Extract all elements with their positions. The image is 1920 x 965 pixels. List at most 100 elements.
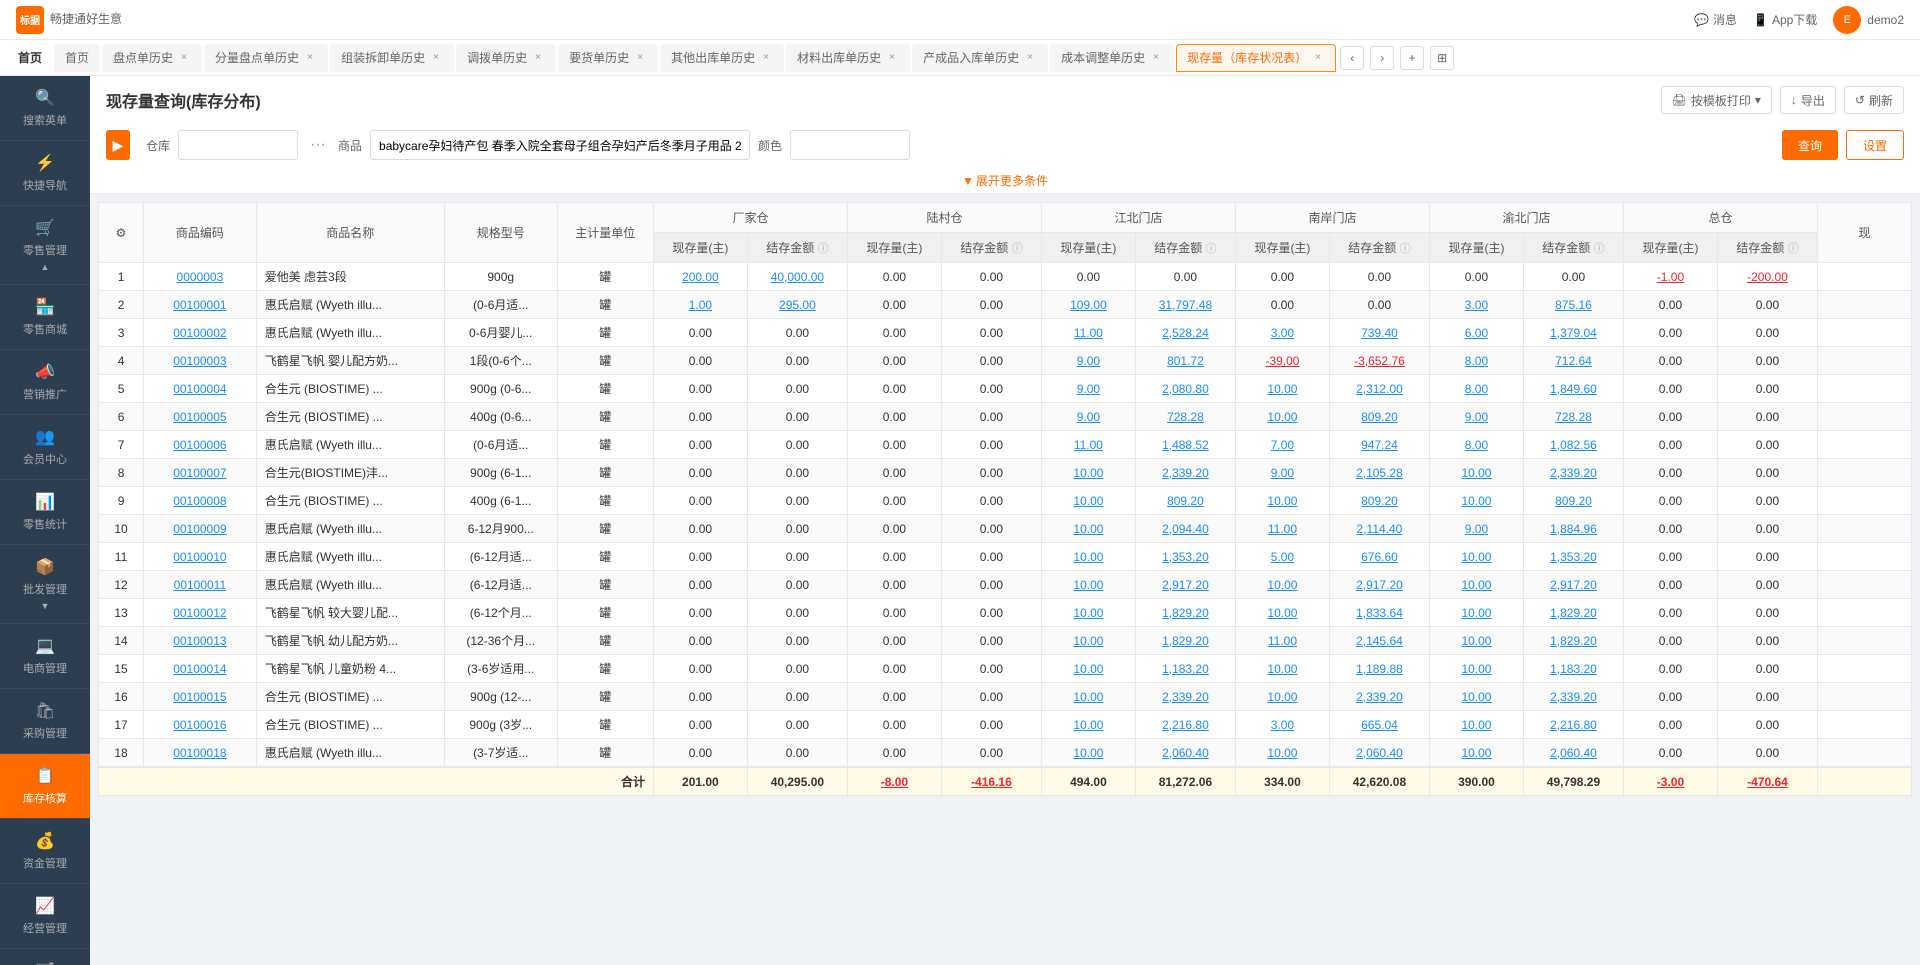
- cell-lucun-qty[interactable]: 0.00: [847, 319, 941, 347]
- cell-changcheng-qty[interactable]: 0.00: [653, 375, 747, 403]
- cell-changcheng-qty[interactable]: 0.00: [653, 347, 747, 375]
- tab-close-t9[interactable]: ×: [1023, 51, 1037, 65]
- cell-nanan-qty[interactable]: 0.00: [1236, 263, 1330, 291]
- tab-menu-btn[interactable]: ⊞: [1430, 46, 1454, 70]
- cell-changcheng-qty[interactable]: 0.00: [653, 627, 747, 655]
- cell-jiangbei-qty[interactable]: 10.00: [1041, 515, 1135, 543]
- cell-changcheng-qty[interactable]: 0.00: [653, 515, 747, 543]
- cell-lucun-qty[interactable]: 0.00: [847, 739, 941, 768]
- cell-total-qty[interactable]: 0.00: [1624, 571, 1718, 599]
- cell-yubei-qty[interactable]: 6.00: [1430, 319, 1524, 347]
- sidebar-item-marketing[interactable]: 📣 营销推广: [0, 350, 90, 415]
- cell-total-qty[interactable]: 0.00: [1624, 515, 1718, 543]
- sidebar-item-finance[interactable]: 💰 资金管理: [0, 819, 90, 884]
- cell-yubei-qty[interactable]: 10.00: [1430, 487, 1524, 515]
- cell-lucun-qty[interactable]: 0.00: [847, 431, 941, 459]
- cell-total-qty[interactable]: 0.00: [1624, 487, 1718, 515]
- goods-input[interactable]: [370, 130, 750, 160]
- cell-lucun-qty[interactable]: 0.00: [847, 347, 941, 375]
- tab-item-t2[interactable]: 盘点单历史 ×: [102, 44, 202, 72]
- tab-add-btn[interactable]: +: [1400, 46, 1424, 70]
- cell-nanan-qty[interactable]: 3.00: [1236, 711, 1330, 739]
- cell-yubei-qty[interactable]: 10.00: [1430, 571, 1524, 599]
- cell-lucun-qty[interactable]: 0.00: [847, 375, 941, 403]
- tab-item-t6[interactable]: 要货单历史 ×: [558, 44, 658, 72]
- tab-item-t4[interactable]: 组装拆卸单历史 ×: [330, 44, 454, 72]
- app-download-button[interactable]: 📱 App下载: [1753, 11, 1817, 28]
- tab-item-t8[interactable]: 材料出库单历史 ×: [786, 44, 910, 72]
- cell-changcheng-qty[interactable]: 0.00: [653, 599, 747, 627]
- cell-nanan-qty[interactable]: 0.00: [1236, 291, 1330, 319]
- cell-jiangbei-qty[interactable]: 11.00: [1041, 319, 1135, 347]
- cell-total-qty[interactable]: 0.00: [1624, 347, 1718, 375]
- cell-changcheng-qty[interactable]: 0.00: [653, 431, 747, 459]
- cell-total-qty[interactable]: 0.00: [1624, 627, 1718, 655]
- cell-nanan-qty[interactable]: 11.00: [1236, 627, 1330, 655]
- settings-button[interactable]: 设置: [1846, 130, 1904, 160]
- cell-total-qty[interactable]: 0.00: [1624, 655, 1718, 683]
- sidebar-item-operation[interactable]: 📈 经营管理: [0, 884, 90, 949]
- filter-toggle-btn[interactable]: ▶: [106, 130, 130, 160]
- sidebar-item-purchase[interactable]: 🛍 采购管理: [0, 689, 90, 754]
- cell-total-qty[interactable]: -1.00: [1624, 263, 1718, 291]
- tab-close-t11[interactable]: ×: [1311, 51, 1325, 65]
- cell-jiangbei-qty[interactable]: 10.00: [1041, 711, 1135, 739]
- sidebar-item-member[interactable]: 👥 会员中心: [0, 415, 90, 480]
- cell-total-qty[interactable]: 0.00: [1624, 459, 1718, 487]
- cell-changcheng-qty[interactable]: 0.00: [653, 319, 747, 347]
- sidebar-item-basic[interactable]: 🗂 基础信息: [0, 949, 90, 965]
- cell-changcheng-qty[interactable]: 0.00: [653, 403, 747, 431]
- user-profile[interactable]: E demo2: [1833, 6, 1904, 34]
- cell-nanan-qty[interactable]: 10.00: [1236, 403, 1330, 431]
- cell-changcheng-qty[interactable]: 1.00: [653, 291, 747, 319]
- cell-nanan-qty[interactable]: 9.00: [1236, 459, 1330, 487]
- cell-jiangbei-qty[interactable]: 9.00: [1041, 375, 1135, 403]
- cell-yubei-qty[interactable]: 10.00: [1430, 711, 1524, 739]
- cell-total-qty[interactable]: 0.00: [1624, 711, 1718, 739]
- cell-jiangbei-qty[interactable]: 9.00: [1041, 403, 1135, 431]
- cell-nanan-qty[interactable]: 10.00: [1236, 571, 1330, 599]
- cell-yubei-qty[interactable]: 10.00: [1430, 739, 1524, 768]
- cell-lucun-qty[interactable]: 0.00: [847, 627, 941, 655]
- tab-item-t3[interactable]: 分量盘点单历史 ×: [204, 44, 328, 72]
- cell-lucun-qty[interactable]: 0.00: [847, 291, 941, 319]
- cell-changcheng-qty[interactable]: 0.00: [653, 459, 747, 487]
- cell-nanan-qty[interactable]: 5.00: [1236, 543, 1330, 571]
- cell-yubei-qty[interactable]: 10.00: [1430, 683, 1524, 711]
- tab-home[interactable]: 首页: [8, 49, 52, 66]
- cell-jiangbei-qty[interactable]: 9.00: [1041, 347, 1135, 375]
- cell-yubei-qty[interactable]: 8.00: [1430, 347, 1524, 375]
- cell-nanan-qty[interactable]: 10.00: [1236, 599, 1330, 627]
- cell-changcheng-qty[interactable]: 0.00: [653, 711, 747, 739]
- cell-nanan-qty[interactable]: 10.00: [1236, 683, 1330, 711]
- cell-yubei-qty[interactable]: 0.00: [1430, 263, 1524, 291]
- cell-total-qty[interactable]: 0.00: [1624, 431, 1718, 459]
- cell-lucun-qty[interactable]: 0.00: [847, 487, 941, 515]
- tab-close-t2[interactable]: ×: [177, 51, 191, 65]
- tab-close-t4[interactable]: ×: [429, 51, 443, 65]
- cell-lucun-qty[interactable]: 0.00: [847, 403, 941, 431]
- cell-nanan-qty[interactable]: 10.00: [1236, 487, 1330, 515]
- sidebar-item-wholesale[interactable]: 📦 批发管理 ▼: [0, 545, 90, 624]
- cell-yubei-qty[interactable]: 10.00: [1430, 599, 1524, 627]
- message-button[interactable]: 💬 消息: [1694, 11, 1737, 28]
- sidebar-item-shop[interactable]: 🏪 零售商城: [0, 285, 90, 350]
- cell-jiangbei-qty[interactable]: 10.00: [1041, 571, 1135, 599]
- cell-jiangbei-qty[interactable]: 10.00: [1041, 487, 1135, 515]
- cell-jiangbei-qty[interactable]: 10.00: [1041, 459, 1135, 487]
- tab-item-t9[interactable]: 产成品入库单历史 ×: [912, 44, 1048, 72]
- cell-changcheng-qty[interactable]: 0.00: [653, 571, 747, 599]
- sidebar-item-inventory[interactable]: 📋 库存核算: [0, 754, 90, 819]
- tab-item-t1[interactable]: 首页: [54, 44, 100, 72]
- cell-nanan-qty[interactable]: 10.00: [1236, 655, 1330, 683]
- print-button[interactable]: 🖨 按模板打印 ▾: [1661, 86, 1772, 114]
- cell-nanan-qty[interactable]: 10.00: [1236, 739, 1330, 768]
- cell-total-qty[interactable]: 0.00: [1624, 683, 1718, 711]
- cell-total-qty[interactable]: 0.00: [1624, 403, 1718, 431]
- cell-jiangbei-qty[interactable]: 11.00: [1041, 431, 1135, 459]
- sidebar-item-retail-stat[interactable]: 📊 零售统计: [0, 480, 90, 545]
- cell-total-qty[interactable]: 0.00: [1624, 543, 1718, 571]
- color-input[interactable]: [790, 130, 910, 160]
- tab-next-btn[interactable]: ›: [1370, 46, 1394, 70]
- cell-nanan-qty[interactable]: -39.00: [1236, 347, 1330, 375]
